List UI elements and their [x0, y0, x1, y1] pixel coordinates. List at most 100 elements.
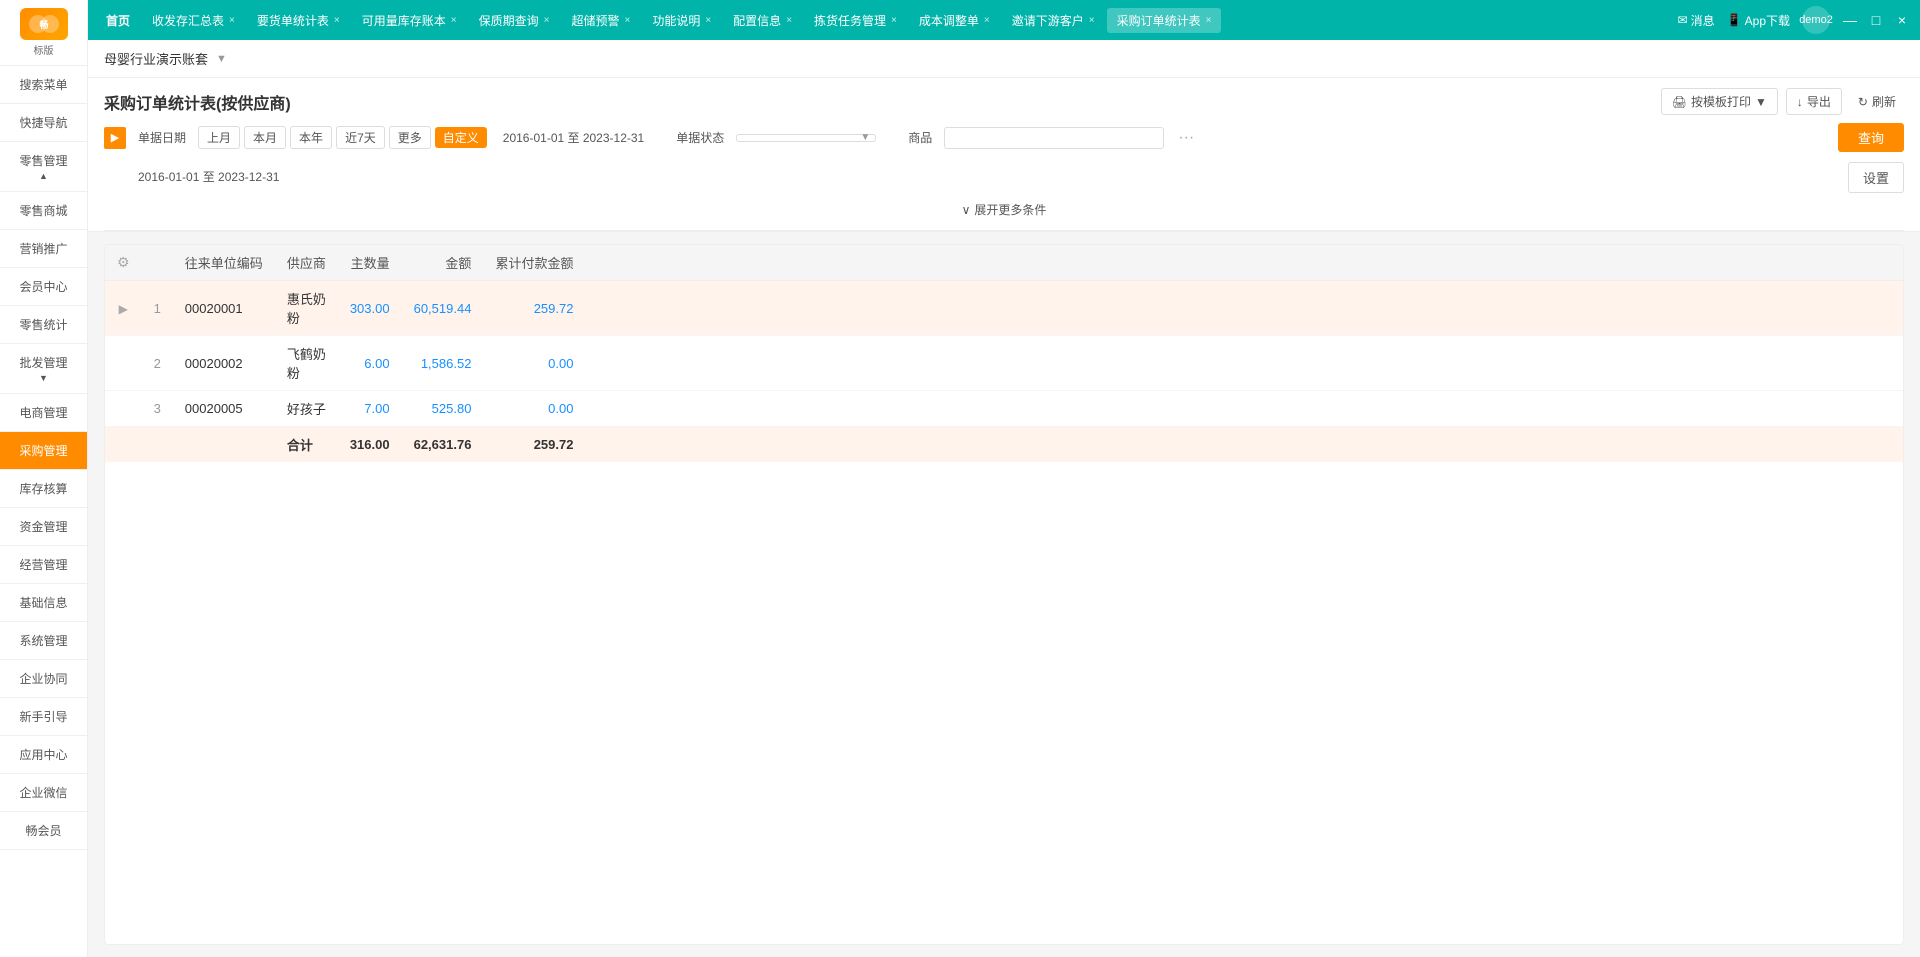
row-expand-icon[interactable]: ▶: [119, 302, 128, 316]
more-options-icon[interactable]: ···: [1178, 129, 1194, 147]
sidebar-item-new-guide[interactable]: 新手引导: [0, 698, 87, 736]
nav-tab-function-desc[interactable]: 功能说明 ×: [642, 8, 721, 33]
row-supplier: 飞鹤奶粉: [275, 336, 338, 391]
sidebar-item-ecommerce-manage[interactable]: 电商管理: [0, 394, 87, 432]
industry-selector[interactable]: 母婴行业演示账套 ▼: [104, 49, 227, 68]
chevron-right-icon: ▶: [111, 131, 119, 144]
date-btn-this-month[interactable]: 本月: [244, 126, 286, 149]
window-controls: — □ ×: [1840, 10, 1912, 30]
row-amount: 525.80: [402, 391, 484, 427]
page: 采购订单统计表(按供应商) 🖨 按模板打印 ▼ ↓ 导出 ↻ 刷新: [88, 78, 1920, 957]
sidebar-item-member-center[interactable]: 会员中心: [0, 268, 87, 306]
date-quick-btns: 上月 本月 本年 近7天 更多 自定义: [198, 126, 487, 149]
nav-tab-order-stats[interactable]: 要货单统计表 ×: [247, 8, 350, 33]
sidebar-item-enterprise-collab[interactable]: 企业协同: [0, 660, 87, 698]
col-supplier: 供应商: [275, 245, 338, 281]
refresh-button[interactable]: ↻ 刷新: [1850, 89, 1904, 114]
nav-tab-invite-downstream[interactable]: 邀请下游客户 ×: [1002, 8, 1105, 33]
sidebar-item-retail-shop[interactable]: 零售商城: [0, 192, 87, 230]
row-num: 1: [142, 281, 173, 336]
sidebar-item-inventory-check[interactable]: 库存核算: [0, 470, 87, 508]
expand-more-btn[interactable]: ∨ 展开更多条件: [962, 201, 1047, 218]
date-btn-this-year[interactable]: 本年: [290, 126, 332, 149]
close-icon[interactable]: ×: [451, 15, 457, 26]
window-maximize[interactable]: □: [1866, 10, 1886, 30]
window-close[interactable]: ×: [1892, 10, 1912, 30]
nav-tab-receive-summary[interactable]: 收发存汇总表 ×: [142, 8, 245, 33]
table-row: ▶ 1 00020001 惠氏奶粉 303.00 60,519.44 259.7…: [105, 281, 1903, 336]
row-quantity: 7.00: [338, 391, 402, 427]
close-icon[interactable]: ×: [891, 15, 897, 26]
message-label: 消息: [1691, 12, 1715, 29]
close-icon[interactable]: ×: [624, 15, 630, 26]
close-icon[interactable]: ×: [334, 15, 340, 26]
date-btn-last-month[interactable]: 上月: [198, 126, 240, 149]
col-extra: [585, 245, 1903, 281]
sidebar-item-system-manage[interactable]: 系统管理: [0, 622, 87, 660]
filter-goods-input[interactable]: [944, 127, 1164, 149]
sidebar-item-retail-manage[interactable]: 零售管理 ▲: [0, 142, 87, 192]
filter-collapse-btn[interactable]: ▶: [104, 127, 126, 149]
row-paid: 0.00: [483, 336, 585, 391]
row-quantity: 6.00: [338, 336, 402, 391]
chevron-down-icon: ▼: [216, 53, 227, 65]
date-btn-7days[interactable]: 近7天: [336, 126, 385, 149]
sidebar-item-app-center[interactable]: 应用中心: [0, 736, 87, 774]
footer-amount: 62,631.76: [402, 427, 484, 463]
sidebar-item-basic-info[interactable]: 基础信息: [0, 584, 87, 622]
close-icon[interactable]: ×: [544, 15, 550, 26]
row-supplier: 好孩子: [275, 391, 338, 427]
filter-row-date-display: 2016-01-01 至 2023-12-31 设置: [104, 160, 1904, 193]
date-btn-more[interactable]: 更多: [389, 126, 431, 149]
close-icon[interactable]: ×: [1206, 15, 1212, 26]
gear-icon[interactable]: ⚙: [117, 254, 130, 270]
window-minimize[interactable]: —: [1840, 10, 1860, 30]
print-button[interactable]: 🖨 按模板打印 ▼: [1661, 88, 1778, 115]
nav-tab-pick-task[interactable]: 拣货任务管理 ×: [804, 8, 907, 33]
settings-button[interactable]: 设置: [1848, 162, 1904, 193]
sidebar-item-fund-manage[interactable]: 资金管理: [0, 508, 87, 546]
nav-tab-overstock-warning[interactable]: 超储预警 ×: [561, 8, 640, 33]
export-button[interactable]: ↓ 导出: [1786, 88, 1842, 115]
sidebar-item-marketing[interactable]: 营销推广: [0, 230, 87, 268]
nav-tab-cost-adjust[interactable]: 成本调整单 ×: [909, 8, 1000, 33]
close-icon[interactable]: ×: [705, 15, 711, 26]
filter-status-select[interactable]: [736, 134, 876, 142]
nav-tab-expiry-query[interactable]: 保质期查询 ×: [469, 8, 560, 33]
sidebar-item-label: 企业协同: [19, 670, 67, 687]
close-icon[interactable]: ×: [786, 15, 792, 26]
sidebar-item-operation-manage[interactable]: 经营管理: [0, 546, 87, 584]
nav-user-avatar[interactable]: demo2: [1802, 6, 1830, 34]
nav-message[interactable]: ✉ 消息: [1678, 12, 1715, 29]
download-icon: 📱: [1727, 13, 1742, 27]
sidebar-logo[interactable]: 畅 标版: [0, 0, 87, 66]
date-custom-badge[interactable]: 自定义: [435, 127, 487, 148]
close-icon[interactable]: ×: [1089, 15, 1095, 26]
row-paid: 259.72: [483, 281, 585, 336]
filter-area: ▶ 单据日期 上月 本月 本年 近7天 更多 自定义 2016-01-01 至 …: [104, 123, 1904, 231]
user-label: demo2: [1799, 14, 1833, 26]
table-header-row: ⚙ 往来单位编码 供应商 主数量 金额 累计付款金额: [105, 245, 1903, 281]
close-icon[interactable]: ×: [984, 15, 990, 26]
close-icon[interactable]: ×: [229, 15, 235, 26]
filter-status-label: 单据状态: [676, 129, 724, 146]
sidebar-shortcut[interactable]: 快捷导航: [0, 104, 87, 142]
sidebar-item-label: 资金管理: [19, 518, 67, 535]
nav-home[interactable]: 首页: [96, 8, 140, 33]
sidebar-item-retail-stats[interactable]: 零售统计: [0, 306, 87, 344]
app-download-label: App下载: [1745, 12, 1790, 29]
nav-tab-available-inventory[interactable]: 可用量库存账本 ×: [352, 8, 467, 33]
nav-app-download[interactable]: 📱 App下载: [1727, 12, 1790, 29]
sidebar-item-enterprise-wechat[interactable]: 企业微信: [0, 774, 87, 812]
sidebar-search[interactable]: 搜索菜单: [0, 66, 87, 104]
col-quantity: 主数量: [338, 245, 402, 281]
sidebar-item-member[interactable]: 畅会员: [0, 812, 87, 850]
date-range-sub: 2016-01-01 至 2023-12-31: [138, 168, 279, 185]
row-gear: [105, 391, 142, 427]
nav-tab-purchase-order-stats[interactable]: 采购订单统计表 ×: [1107, 8, 1222, 33]
logo-icon: 畅: [20, 8, 68, 40]
query-button[interactable]: 查询: [1838, 123, 1904, 152]
sidebar-item-purchase-manage[interactable]: 采购管理: [0, 432, 87, 470]
nav-tab-config-info[interactable]: 配置信息 ×: [723, 8, 802, 33]
sidebar-item-wholesale-manage[interactable]: 批发管理 ▼: [0, 344, 87, 394]
